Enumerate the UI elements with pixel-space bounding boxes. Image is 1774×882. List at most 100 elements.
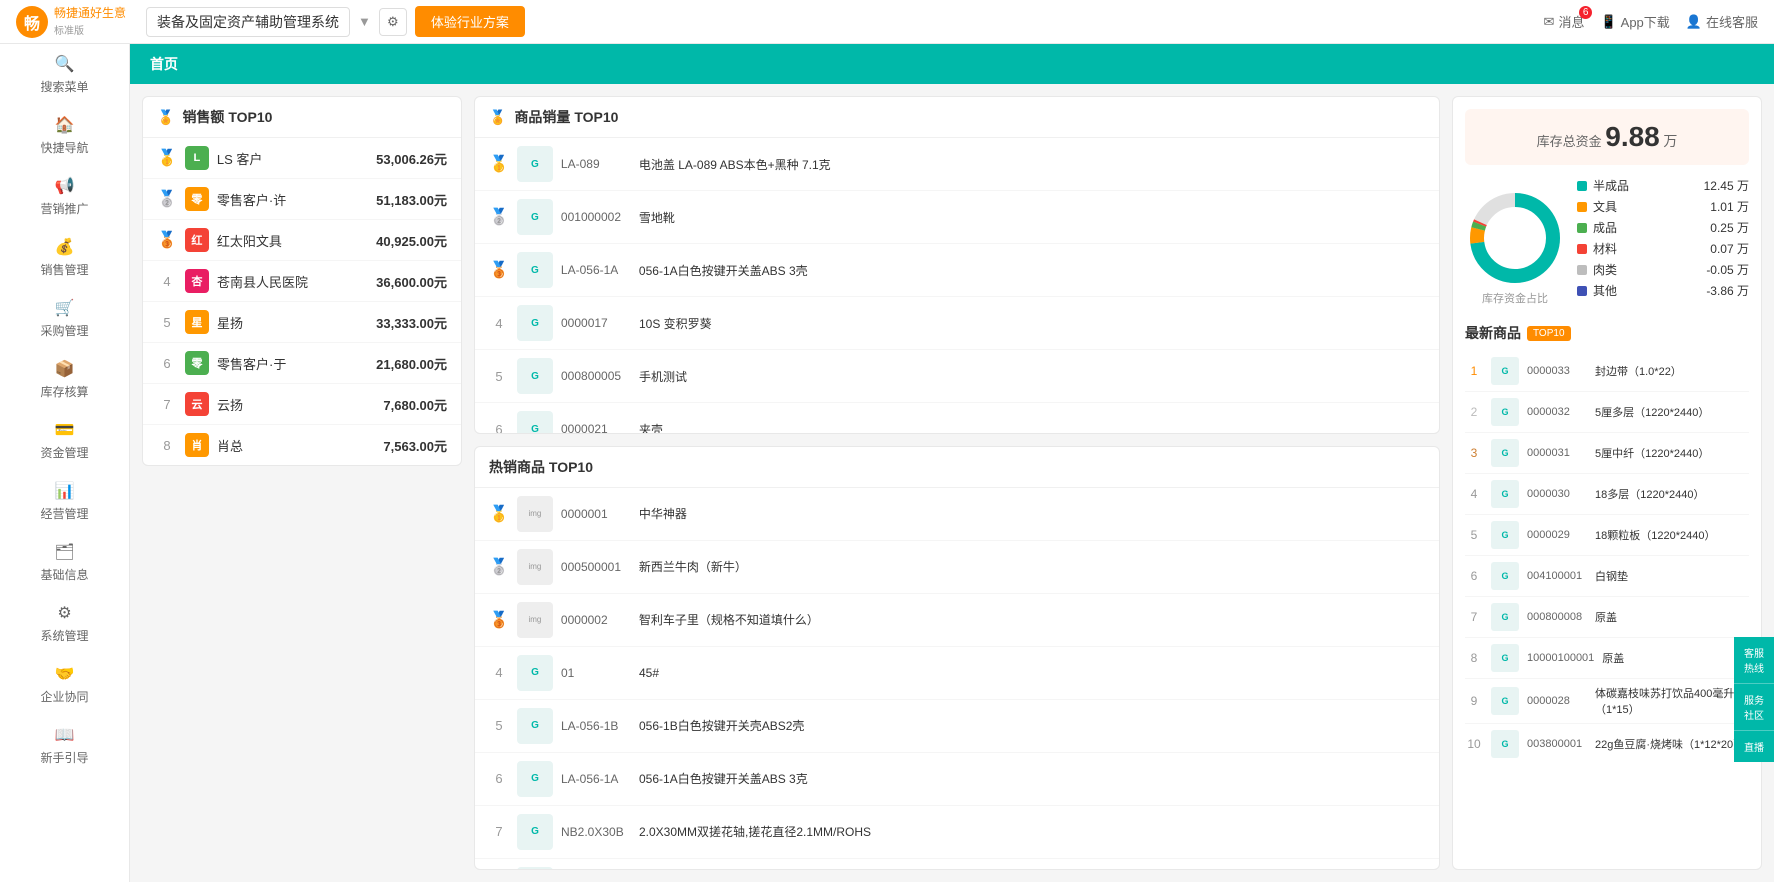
product-image: G [1491, 730, 1519, 758]
float-btn-community[interactable]: 服务社区 [1734, 684, 1774, 731]
sidebar-item-basic-info[interactable]: 🗂 基础信息 [0, 532, 129, 593]
sidebar-item-marketing[interactable]: 📢 营销推广 [0, 166, 129, 227]
customer-amount: 33,333.00元 [376, 313, 447, 332]
app-download-button[interactable]: 📱 App下载 [1600, 12, 1669, 31]
customer-ranking-title: 销售额 TOP10 [182, 107, 272, 127]
legend-dot [1577, 223, 1587, 233]
product-name: 手机测试 [639, 368, 1425, 385]
sidebar-item-search-label: 搜索菜单 [40, 78, 88, 95]
product-name: 056-1B白色按键开关壳ABS2壳 [639, 717, 1425, 734]
sell-rank-row: 🥈 G 001000002 雪地靴 [475, 191, 1439, 244]
sell-rank-header: 🏅 商品销量 TOP10 [475, 97, 1439, 138]
medal-icon: 🥇 [489, 154, 509, 174]
service-label: 在线客服 [1706, 12, 1758, 31]
medal-icon: 🥇 [489, 504, 509, 524]
product-code: 0000033 [1527, 365, 1587, 377]
try-button[interactable]: 体验行业方案 [415, 6, 525, 37]
customer-rank-row: 7 云 云扬 7,680.00元 [143, 384, 461, 425]
medal-icon: 🥇 [157, 148, 177, 168]
dropdown-icon[interactable]: ▼ [358, 14, 371, 29]
product-image: G [1491, 562, 1519, 590]
header-right: ✉ 消息 6 📱 App下载 👤 在线客服 [1544, 12, 1758, 31]
legend-dot [1577, 202, 1587, 212]
latest-product-row: 9 G 0000028 体碳嘉枝味苏打饮品400毫升（1*15） [1465, 679, 1749, 724]
customer-amount: 36,600.00元 [376, 272, 447, 291]
sidebar-item-guide[interactable]: 📖 新手引导 [0, 715, 129, 776]
top-header: 畅 畅捷通好生意 标准版 装备及固定资产辅助管理系统 ▼ ⚙ 体验行业方案 ✉ … [0, 0, 1774, 44]
sell-rank-title: 商品销量 TOP10 [514, 107, 618, 127]
sidebar-item-purchase[interactable]: 🛒 采购管理 [0, 288, 129, 349]
page-nav: 首页 [130, 44, 1774, 84]
rank-number: 4 [489, 316, 509, 331]
inventory-value: 9.88 [1605, 121, 1660, 152]
product-code: 0000021 [561, 422, 631, 434]
settings-button[interactable]: ⚙ [379, 8, 407, 36]
logo-text: 畅捷通好生意 [54, 6, 126, 22]
rank-number: 5 [1465, 528, 1483, 542]
sidebar-item-inventory[interactable]: 📦 库存核算 [0, 349, 129, 410]
message-button[interactable]: ✉ 消息 6 [1544, 12, 1585, 31]
customer-amount: 7,563.00元 [383, 436, 447, 455]
rank-number: 5 [157, 315, 177, 330]
customer-rank-row: 6 零 零售客户·于 21,680.00元 [143, 343, 461, 384]
legend-name: 肉类 [1593, 261, 1700, 278]
sell-rank-list: 🥇 G LA-089 电池盖 LA-089 ABS本色+黑种 7.1克 🥈 G … [475, 138, 1439, 434]
product-image: G [1491, 439, 1519, 467]
nav-tab-home[interactable]: 首页 [130, 44, 198, 84]
product-name: 056-1A白色按键开关盖ABS 3克 [639, 770, 1425, 787]
float-btn-service[interactable]: 客服热线 [1734, 637, 1774, 684]
hot-product-row: 5 G LA-056-1B 056-1B白色按键开关壳ABS2壳 [475, 700, 1439, 753]
latest-products-list: 1 G 0000033 封边带（1.0*22） 2 G 0000032 5厘多层… [1465, 351, 1749, 764]
sidebar-item-finance[interactable]: 💳 资金管理 [0, 410, 129, 471]
sell-rank-medal-icon: 🏅 [489, 109, 506, 126]
marketing-icon: 📢 [55, 176, 75, 196]
sidebar-item-system[interactable]: ⚙ 系统管理 [0, 593, 129, 654]
legend-dot [1577, 181, 1587, 191]
customer-name: 云扬 [217, 395, 375, 414]
sidebar-item-enterprise[interactable]: 🤝 企业协同 [0, 654, 129, 715]
customer-avatar: 星 [185, 310, 209, 334]
product-name: 056-1A白色按键开关盖ABS 3壳 [639, 262, 1425, 279]
product-image: G [517, 867, 553, 870]
sell-rank-row: 4 G 0000017 10S 变积罗葵 [475, 297, 1439, 350]
customer-amount: 21,680.00元 [376, 354, 447, 373]
latest-product-row: 6 G 004100001 白钢垫 [1465, 556, 1749, 597]
product-code: LA-056-1A [561, 263, 631, 277]
sidebar-item-search[interactable]: 🔍 搜索菜单 [0, 44, 129, 105]
rank-number: 6 [1465, 569, 1483, 583]
sell-rank-row: 🥇 G LA-089 电池盖 LA-089 ABS本色+黑种 7.1克 [475, 138, 1439, 191]
sidebar-item-operations[interactable]: 📊 经营管理 [0, 471, 129, 532]
sidebar-item-sales[interactable]: 💰 销售管理 [0, 227, 129, 288]
hot-product-row: 6 G LA-056-1A 056-1A白色按键开关盖ABS 3克 [475, 753, 1439, 806]
online-service-button[interactable]: 👤 在线客服 [1686, 12, 1758, 31]
sidebar-item-quick-nav[interactable]: 🏠 快捷导航 [0, 105, 129, 166]
inventory-icon: 📦 [55, 359, 75, 379]
product-image: G [1491, 603, 1519, 631]
product-code: LA-056-1A [561, 772, 631, 786]
sell-rank-card: 🏅 商品销量 TOP10 🥇 G LA-089 电池盖 LA-089 ABS本色… [474, 96, 1440, 434]
product-name: 2.0X30MM双搓花轴,搓花直径2.1MM/ROHS [639, 823, 1425, 840]
operations-icon: 📊 [55, 481, 75, 501]
product-name: 18颗粒板（1220*2440） [1595, 527, 1749, 543]
inventory-value-box: 库存总资金 9.88 万 [1465, 109, 1749, 165]
legend-name: 成品 [1593, 219, 1704, 236]
product-image: G [1491, 687, 1519, 715]
rank-number: 7 [1465, 610, 1483, 624]
product-image: G [1491, 480, 1519, 508]
product-code: 01 [561, 666, 631, 680]
logo-text-block: 畅捷通好生意 标准版 [54, 6, 126, 37]
product-name: 22g鱼豆腐·烧烤味（1*12*20） [1595, 736, 1749, 752]
product-image: G [517, 358, 553, 394]
rank-number: 6 [157, 356, 177, 371]
float-buttons: 客服热线 服务社区 直播 [1734, 637, 1774, 762]
latest-product-row: 1 G 0000033 封边带（1.0*22） [1465, 351, 1749, 392]
legend-value: -0.05 万 [1706, 261, 1749, 278]
float-btn-live[interactable]: 直播 [1734, 731, 1774, 762]
product-code: LA-056-1B [561, 719, 631, 733]
hot-products-title: 热销商品 TOP10 [489, 457, 593, 477]
product-name: 白钢垫 [1595, 568, 1749, 584]
rank-number: 8 [157, 438, 177, 453]
home-icon: 🏠 [55, 115, 75, 135]
product-image: G [1491, 521, 1519, 549]
product-code: NB2.0X30B [561, 825, 631, 839]
